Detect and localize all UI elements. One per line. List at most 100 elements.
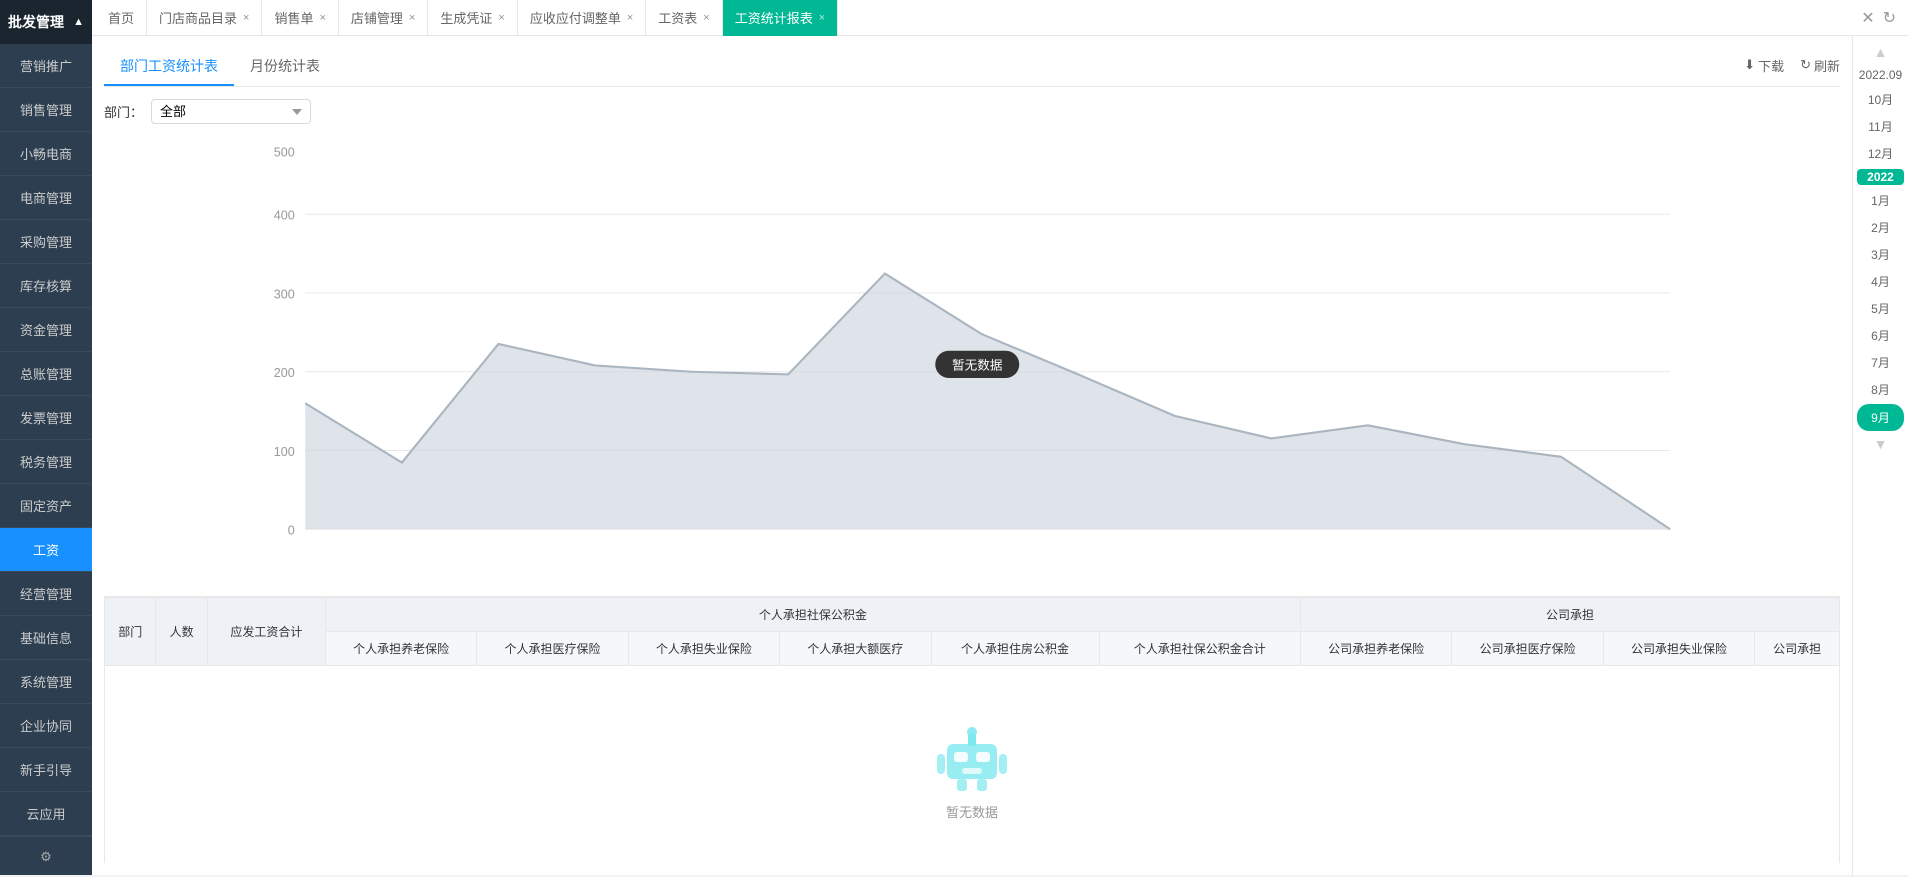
- main-area: 首页 门店商品目录 × 销售单 × 店铺管理 × 生成凭证 × 应收应付调整单 …: [92, 0, 1908, 875]
- tab-close-product-catalog[interactable]: ×: [243, 12, 249, 24]
- sidebar-item-ledger[interactable]: 总账管理: [0, 352, 92, 396]
- tab-close-payroll-report[interactable]: ×: [819, 12, 825, 24]
- timeline-month-mar[interactable]: 3月: [1853, 241, 1908, 268]
- sidebar-item-inventory[interactable]: 库存核算: [0, 264, 92, 308]
- sidebar-item-finance[interactable]: 资金管理: [0, 308, 92, 352]
- download-icon: ⬇: [1744, 57, 1755, 73]
- timeline-month-nov[interactable]: 11月: [1853, 113, 1908, 140]
- sub-tabs: 部门工资统计表 月份统计表 ⬇ 下载 ↻ 刷新: [104, 48, 1840, 87]
- tab-receivable[interactable]: 应收应付调整单 ×: [518, 0, 646, 36]
- filter-toolbar: 部门： 全部: [104, 99, 1840, 124]
- sub-tab-month-stats[interactable]: 月份统计表: [234, 48, 336, 86]
- svg-text:500: 500: [274, 146, 295, 160]
- sidebar-item-payroll[interactable]: 工资: [0, 528, 92, 572]
- sidebar-header[interactable]: 批发管理 ▲: [0, 0, 92, 44]
- sidebar-item-ecommerce-small[interactable]: 小畅电商: [0, 132, 92, 176]
- data-table: 部门 人数 应发工资合计 个人承担社保公积金 公司承担 个人承担养老保险 个人承…: [104, 597, 1840, 863]
- timeline-month-jul[interactable]: 7月: [1853, 349, 1908, 376]
- timeline-year-2022[interactable]: 2022.09: [1853, 64, 1908, 86]
- refresh-icon[interactable]: ↻: [1883, 8, 1896, 28]
- no-data-area: 暂无数据: [111, 674, 1833, 861]
- refresh-button[interactable]: ↻ 刷新: [1800, 56, 1840, 75]
- sidebar-collapse-icon[interactable]: ▲: [73, 16, 84, 28]
- sidebar-item-enterprise[interactable]: 企业协同: [0, 704, 92, 748]
- tab-sales-order[interactable]: 销售单 ×: [262, 0, 338, 36]
- sidebar-item-guide[interactable]: 新手引导: [0, 748, 92, 792]
- no-data-text: 暂无数据: [946, 802, 998, 821]
- sidebar-item-assets[interactable]: 固定资产: [0, 484, 92, 528]
- tab-close-sales-order[interactable]: ×: [319, 12, 325, 24]
- no-data-row: 暂无数据: [105, 666, 1840, 864]
- tab-close-payroll-table[interactable]: ×: [703, 12, 709, 24]
- timeline-month-jun[interactable]: 6月: [1853, 322, 1908, 349]
- tab-close-voucher[interactable]: ×: [498, 12, 504, 24]
- sidebar-item-tax[interactable]: 税务管理: [0, 440, 92, 484]
- chart-svg: 0 100 200 300 400 500: [124, 146, 1820, 566]
- tab-bar-end: ✕ ↻: [1853, 8, 1904, 28]
- timeline-month-jan[interactable]: 1月: [1853, 187, 1908, 214]
- sidebar-item-marketing[interactable]: 营销推广: [0, 44, 92, 88]
- timeline-month-feb[interactable]: 2月: [1853, 214, 1908, 241]
- sidebar-title: 批发管理: [8, 12, 64, 32]
- svg-text:300: 300: [274, 287, 295, 301]
- sidebar-item-system[interactable]: 系统管理: [0, 660, 92, 704]
- sidebar-item-basic[interactable]: 基础信息: [0, 616, 92, 660]
- timeline-month-apr[interactable]: 4月: [1853, 268, 1908, 295]
- chart-container: 0 100 200 300 400 500: [104, 136, 1840, 596]
- th-company-medical: 公司承担医疗保险: [1452, 632, 1603, 666]
- tab-store-mgmt[interactable]: 店铺管理 ×: [339, 0, 428, 36]
- th-personal-unemployment: 个人承担失业保险: [628, 632, 779, 666]
- tab-payroll-table[interactable]: 工资表 ×: [646, 0, 722, 36]
- tab-home[interactable]: 首页: [96, 0, 147, 36]
- sub-tab-dept-stats[interactable]: 部门工资统计表: [104, 48, 234, 86]
- timeline-month-dec[interactable]: 12月: [1853, 140, 1908, 167]
- close-all-icon[interactable]: ✕: [1861, 8, 1874, 28]
- svg-text:0: 0: [288, 524, 295, 538]
- download-button[interactable]: ⬇ 下载: [1744, 56, 1784, 75]
- th-company-pension: 公司承担养老保险: [1300, 632, 1451, 666]
- timeline-month-may[interactable]: 5月: [1853, 295, 1908, 322]
- tab-close-receivable[interactable]: ×: [627, 12, 633, 24]
- sidebar-settings[interactable]: ⚙: [0, 836, 92, 877]
- sidebar-item-cloud[interactable]: 云应用: [0, 792, 92, 836]
- timeline-panel: ▲ 2022.09 10月 11月 12月 2022 1月 2月 3月 4月 5…: [1852, 36, 1908, 875]
- timeline-up-arrow[interactable]: ▲: [1874, 40, 1888, 64]
- sidebar-item-purchase[interactable]: 采购管理: [0, 220, 92, 264]
- svg-text:暂无数据: 暂无数据: [952, 359, 1003, 373]
- timeline-month-aug[interactable]: 8月: [1853, 376, 1908, 403]
- tab-bar: 首页 门店商品目录 × 销售单 × 店铺管理 × 生成凭证 × 应收应付调整单 …: [92, 0, 1908, 36]
- sidebar-item-operations[interactable]: 经营管理: [0, 572, 92, 616]
- svg-text:400: 400: [274, 209, 295, 223]
- th-company-unemployment: 公司承担失业保险: [1603, 632, 1754, 666]
- th-personal-medical: 个人承担医疗保险: [477, 632, 628, 666]
- dept-select[interactable]: 全部: [151, 99, 311, 124]
- page-content: 部门工资统计表 月份统计表 ⬇ 下载 ↻ 刷新 部门：: [92, 36, 1852, 875]
- th-company-social: 公司承担: [1300, 598, 1839, 632]
- th-personal-large-medical: 个人承担大额医疗: [780, 632, 931, 666]
- sidebar: 批发管理 ▲ 营销推广 销售管理 小畅电商 电商管理 采购管理 库存核算 资金管…: [0, 0, 92, 875]
- tab-close-store-mgmt[interactable]: ×: [409, 12, 415, 24]
- content-area: 部门工资统计表 月份统计表 ⬇ 下载 ↻ 刷新 部门：: [92, 36, 1908, 875]
- sidebar-item-ecommerce[interactable]: 电商管理: [0, 176, 92, 220]
- refresh-icon-btn: ↻: [1800, 57, 1811, 73]
- timeline-month-sep[interactable]: 9月: [1857, 404, 1904, 431]
- sidebar-item-sales[interactable]: 销售管理: [0, 88, 92, 132]
- svg-text:200: 200: [274, 366, 295, 380]
- svg-text:100: 100: [274, 445, 295, 459]
- tab-voucher[interactable]: 生成凭证 ×: [428, 0, 517, 36]
- th-personal-housing: 个人承担住房公积金: [931, 632, 1099, 666]
- th-personal-social: 个人承担社保公积金: [325, 598, 1300, 632]
- dept-label: 部门：: [104, 102, 143, 121]
- tab-product-catalog[interactable]: 门店商品目录 ×: [147, 0, 262, 36]
- th-people: 人数: [156, 598, 207, 666]
- th-dept: 部门: [105, 598, 156, 666]
- sidebar-item-invoice[interactable]: 发票管理: [0, 396, 92, 440]
- timeline-down-arrow[interactable]: ▼: [1874, 432, 1888, 456]
- timeline-month-oct[interactable]: 10月: [1853, 86, 1908, 113]
- th-company-other: 公司承担: [1755, 632, 1840, 666]
- th-personal-total: 个人承担社保公积金合计: [1099, 632, 1300, 666]
- th-personal-pension: 个人承担养老保险: [325, 632, 476, 666]
- timeline-year-badge[interactable]: 2022: [1857, 169, 1904, 185]
- filter-left: 部门： 全部: [104, 99, 311, 124]
- tab-payroll-report[interactable]: 工资统计报表 ×: [723, 0, 838, 36]
